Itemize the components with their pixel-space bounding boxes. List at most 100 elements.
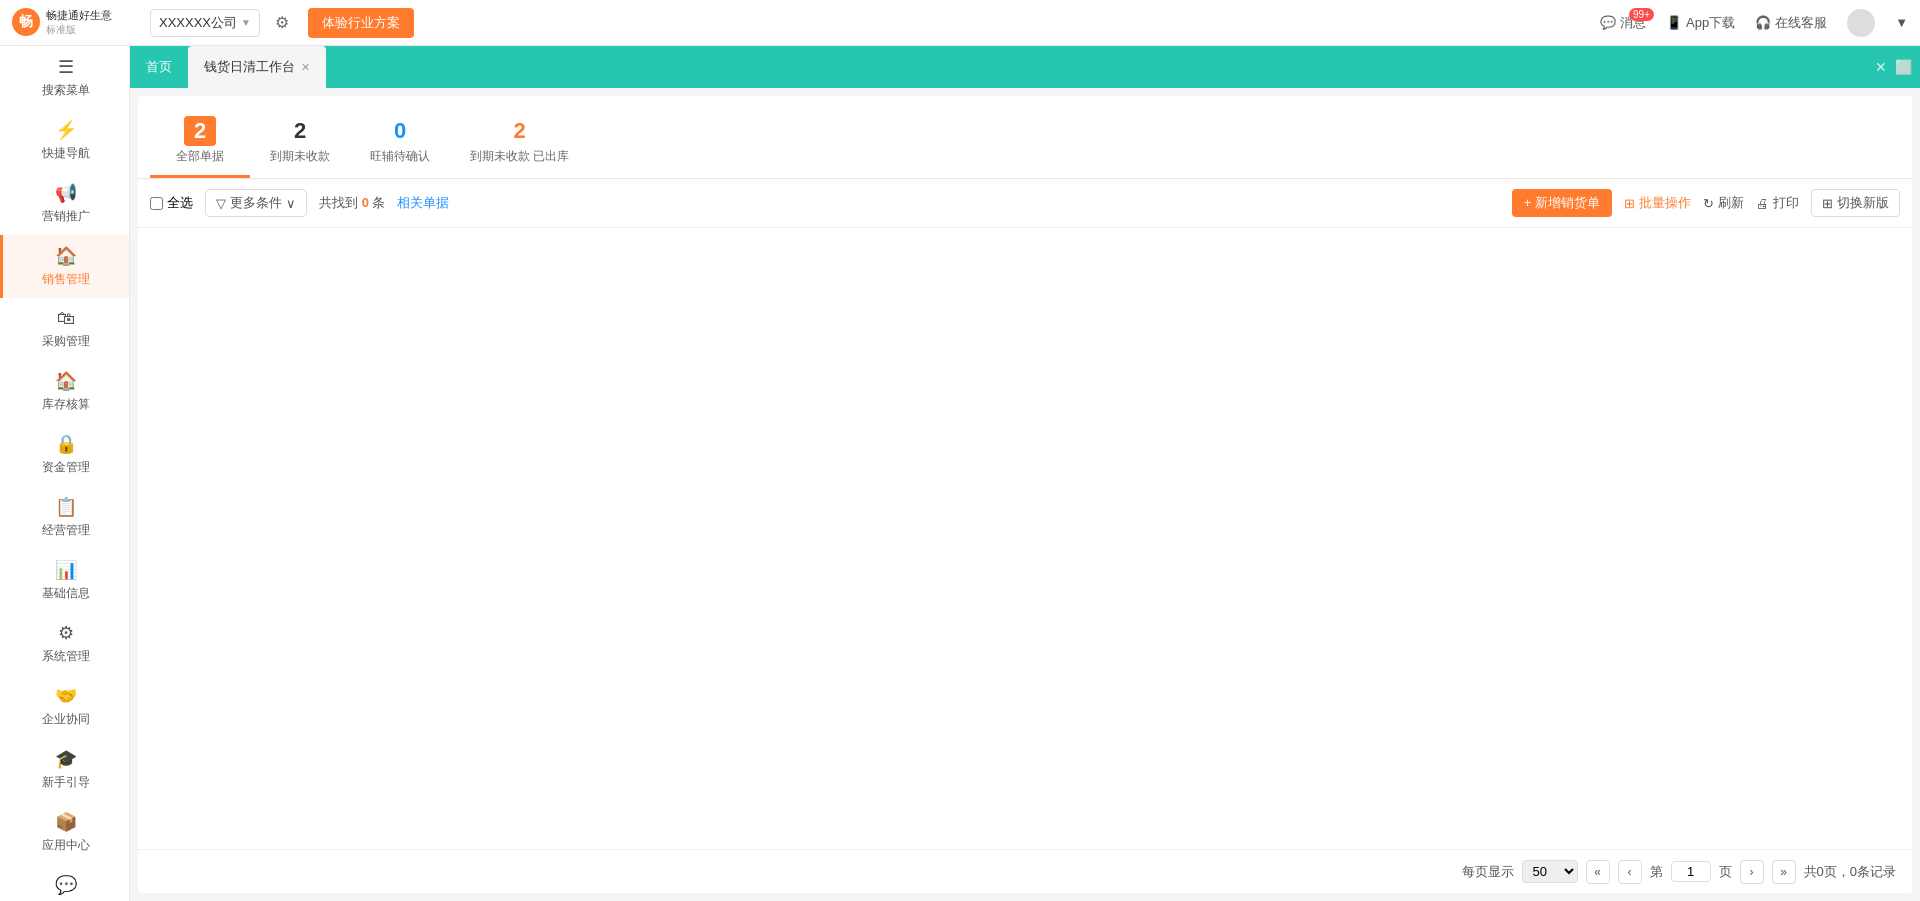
tab-label-all: 全部单据 [176,148,224,165]
settings-icon[interactable]: ⚙ [268,9,296,37]
sidebar-item-enterprise[interactable]: 🤝 企业协同 [0,675,129,738]
add-sales-btn[interactable]: + 新增销货单 [1512,189,1612,217]
filter-icon: ▽ [216,196,226,211]
filter-btn-label: 更多条件 [230,194,282,212]
tab-label-overdue-shipped: 到期未收款 已出库 [470,148,569,165]
logo-text: 畅捷通好生意 [46,8,112,22]
page-size-select[interactable]: 50 10 20 100 [1522,860,1578,883]
tab-maximize-icon[interactable]: ⬜ [1895,59,1912,75]
app-download-label: App下载 [1686,14,1735,32]
online-service-btn[interactable]: 🎧 在线客服 [1755,14,1827,32]
service-icon: 🎧 [1755,15,1771,30]
found-text: 共找到 0 条 [319,194,385,212]
sidebar-item-inventory[interactable]: 🏠 库存核算 [0,360,129,423]
user-name[interactable]: ▼ [1895,15,1908,30]
sidebar-item-operations[interactable]: 📋 经营管理 [0,486,129,549]
toolbar-right: + 新增销货单 ⊞ 批量操作 ↻ 刷新 🖨 打印 ⊞ 切换新版 [1512,189,1900,217]
batch-icon: ⊞ [1624,196,1635,211]
summary-tab-wangwang[interactable]: 0 旺辅待确认 [350,108,450,178]
next-page-btn[interactable]: › [1740,860,1764,884]
company-name: XXXXXX公司 [159,14,237,32]
content-inner: 2 全部单据 2 到期未收款 0 旺辅待确认 2 到期未收款 已出库 全选 [138,96,1912,893]
inventory-icon: 🏠 [55,370,77,392]
tab-close-icon[interactable]: ✕ [301,61,310,74]
sidebar-item-guide[interactable]: 🎓 新手引导 [0,738,129,801]
found-count: 0 [362,195,369,210]
print-icon: 🖨 [1756,196,1769,211]
sidebar-item-basic-info[interactable]: 📊 基础信息 [0,549,129,612]
print-btn[interactable]: 🖨 打印 [1756,194,1799,212]
tab-label-wangwang: 旺辅待确认 [370,148,430,165]
refresh-btn[interactable]: ↻ 刷新 [1703,194,1744,212]
marketing-icon: 📢 [55,182,77,204]
app-center-icon: 📦 [55,811,77,833]
sidebar-item-label: 应用中心 [42,837,90,854]
switch-btn[interactable]: ⊞ 切换新版 [1811,189,1900,217]
related-link[interactable]: 相关单据 [397,194,449,212]
app-download-btn[interactable]: 📱 App下载 [1666,14,1735,32]
sales-icon: 🏠 [55,245,77,267]
sidebar-item-label: 销售管理 [42,271,90,288]
operations-icon: 📋 [55,496,77,518]
print-label: 打印 [1773,194,1799,212]
last-page-btn[interactable]: » [1772,860,1796,884]
prev-page-btn[interactable]: ‹ [1618,860,1642,884]
message-icon: 💬 [1600,15,1616,30]
message-btn[interactable]: 💬 消息 99+ [1600,14,1646,32]
tab-count-all: 2 [184,116,216,146]
select-all-checkbox[interactable]: 全选 [150,194,193,212]
select-all-input[interactable] [150,197,163,210]
tab-minimize-icon[interactable]: ✕ [1875,59,1887,75]
tab-home-label: 首页 [146,58,172,76]
sidebar-item-label: 新手引导 [42,774,90,791]
sidebar: ☰ 搜索菜单 ⚡ 快捷导航 📢 营销推广 🏠 销售管理 🛍 采购管理 🏠 库存核… [0,46,130,901]
tab-count-wangwang: 0 [386,116,414,146]
summary-tab-overdue-shipped[interactable]: 2 到期未收款 已出库 [450,108,589,178]
sidebar-item-purchase[interactable]: 🛍 采购管理 [0,298,129,360]
sidebar-item-label: 搜索菜单 [42,82,90,99]
batch-btn[interactable]: ⊞ 批量操作 [1624,194,1691,212]
company-selector[interactable]: XXXXXX公司 ▼ [150,9,260,37]
sidebar-item-label: 系统管理 [42,648,90,665]
sidebar-item-finance[interactable]: 🔒 资金管理 [0,423,129,486]
summary-tab-all[interactable]: 2 全部单据 [150,108,250,178]
enterprise-icon: 🤝 [55,685,77,707]
sidebar-item-marketing[interactable]: 📢 营销推广 [0,172,129,235]
sidebar-item-label: 经营管理 [42,522,90,539]
sidebar-item-search-menu[interactable]: ☰ 搜索菜单 [0,46,129,109]
pagination: 每页显示 50 10 20 100 « ‹ 第 页 › » 共0页，0条记录 [138,849,1912,893]
refresh-icon: ↻ [1703,196,1714,211]
sidebar-item-system[interactable]: ⚙ 系统管理 [0,612,129,675]
filter-btn[interactable]: ▽ 更多条件 ∨ [205,189,307,217]
sidebar-item-label: 基础信息 [42,585,90,602]
page-input[interactable] [1671,861,1711,882]
toolbar: 全选 ▽ 更多条件 ∨ 共找到 0 条 相关单据 + 新增销货单 ⊞ 批量操作 [138,179,1912,228]
di-label: 第 [1650,863,1663,881]
trial-btn[interactable]: 体验行业方案 [308,8,414,38]
sidebar-item-weixin[interactable]: 💬 企业微信 [0,864,129,901]
first-page-btn[interactable]: « [1586,860,1610,884]
tab-workbench[interactable]: 钱货日清工作台 ✕ [188,46,326,88]
tabs-right-actions: ✕ ⬜ [1875,59,1920,75]
sidebar-item-app-center[interactable]: 📦 应用中心 [0,801,129,864]
sidebar-item-label: 营销推广 [42,208,90,225]
message-badge: 99+ [1629,8,1654,21]
header-right: 💬 消息 99+ 📱 App下载 🎧 在线客服 ▼ [1600,9,1908,37]
tab-count-overdue-shipped: 2 [506,116,534,146]
main-content: 2 全部单据 2 到期未收款 0 旺辅待确认 2 到期未收款 已出库 全选 [130,88,1920,901]
batch-label: 批量操作 [1639,194,1691,212]
sidebar-item-quick-nav[interactable]: ⚡ 快捷导航 [0,109,129,172]
sidebar-item-label: 采购管理 [42,333,90,350]
tab-home[interactable]: 首页 [130,46,188,88]
summary-tab-overdue[interactable]: 2 到期未收款 [250,108,350,178]
sidebar-item-sales[interactable]: 🏠 销售管理 [0,235,129,298]
chevron-down-icon-user: ▼ [1895,15,1908,30]
quick-nav-icon: ⚡ [55,119,77,141]
tab-label-overdue: 到期未收款 [270,148,330,165]
sidebar-item-label: 快捷导航 [42,145,90,162]
ye-label: 页 [1719,863,1732,881]
search-menu-icon: ☰ [58,56,74,78]
top-header: 畅 畅捷通好生意 标准版 XXXXXX公司 ▼ ⚙ 体验行业方案 💬 消息 99… [0,0,1920,46]
avatar[interactable] [1847,9,1875,37]
guide-icon: 🎓 [55,748,77,770]
